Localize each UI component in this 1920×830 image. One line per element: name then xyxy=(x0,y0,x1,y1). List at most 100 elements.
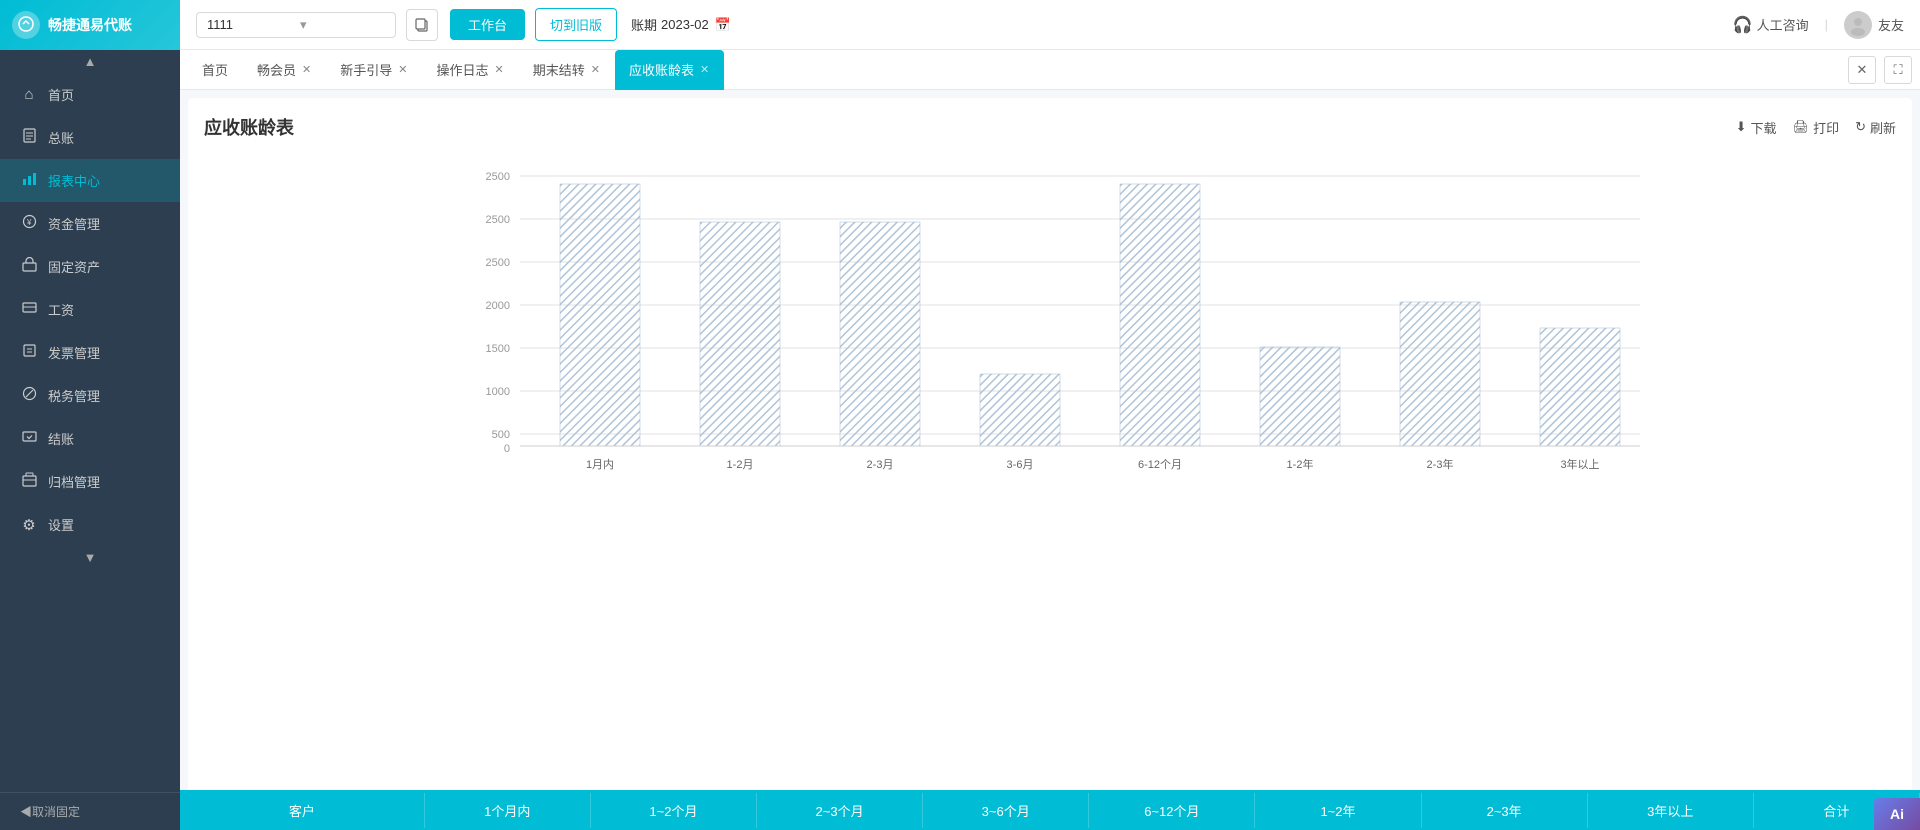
layout: ▲ ⌂ 首页 总账 报表中心 ¥ 资金管理 固定资产 xyxy=(0,50,1920,830)
svg-text:2-3年: 2-3年 xyxy=(1427,457,1454,471)
close-all-button[interactable]: ✕ xyxy=(1848,56,1876,84)
sidebar-label-reports: 报表中心 xyxy=(48,171,100,190)
sidebar-item-archive[interactable]: 归档管理 xyxy=(0,460,180,503)
sidebar-scroll-down[interactable]: ▼ xyxy=(0,546,180,569)
tab-aging-label: 应收账龄表 xyxy=(629,60,694,79)
download-label: 下载 xyxy=(1751,118,1777,137)
checkout-icon xyxy=(20,429,38,448)
sidebar-label-ledger: 总账 xyxy=(48,128,74,147)
svg-text:1-2年: 1-2年 xyxy=(1287,457,1314,471)
tab-guide[interactable]: 新手引导 ✕ xyxy=(326,50,422,90)
avatar xyxy=(1844,11,1872,39)
period-label: 账期 xyxy=(631,15,657,34)
tab-period-end[interactable]: 期末结转 ✕ xyxy=(519,50,615,90)
page-area: 应收账龄表 ⬇ 下载 🖨 打印 ↻ 刷新 xyxy=(188,98,1912,822)
user-name: 友友 xyxy=(1878,15,1904,34)
tab-home-label: 首页 xyxy=(202,60,228,79)
bar-chart: 2500 2500 2500 2000 1500 1000 500 0 xyxy=(264,166,1856,486)
tab-guide-label: 新手引导 xyxy=(340,60,392,79)
expand-button[interactable]: ⛶ xyxy=(1884,56,1912,84)
consult-button[interactable]: 🎧 人工咨询 xyxy=(1733,15,1809,35)
collapse-label: ◀取消固定 xyxy=(20,803,80,820)
download-button[interactable]: ⬇ 下载 xyxy=(1736,118,1777,137)
assets-icon xyxy=(20,257,38,276)
funds-icon: ¥ xyxy=(20,214,38,233)
svg-text:3年以上: 3年以上 xyxy=(1560,457,1599,471)
sidebar-label-assets: 固定资产 xyxy=(48,257,100,276)
sidebar-label-checkout: 结账 xyxy=(48,429,74,448)
sidebar-item-salary[interactable]: 工资 xyxy=(0,288,180,331)
print-label: 打印 xyxy=(1813,118,1839,137)
tabs-actions: ✕ ⛶ xyxy=(1848,56,1912,84)
sidebar-item-funds[interactable]: ¥ 资金管理 xyxy=(0,202,180,245)
svg-text:2500: 2500 xyxy=(486,257,510,269)
print-button[interactable]: 🖨 打印 xyxy=(1793,118,1840,137)
invoice-icon xyxy=(20,343,38,362)
sidebar-item-settings[interactable]: ⚙ 设置 xyxy=(0,503,180,546)
sidebar-item-tax[interactable]: 税务管理 xyxy=(0,374,180,417)
chart-container: 2500 2500 2500 2000 1500 1000 500 0 xyxy=(204,156,1896,536)
tab-member[interactable]: 畅会员 ✕ xyxy=(243,50,326,90)
sidebar-item-assets[interactable]: 固定资产 xyxy=(0,245,180,288)
tab-oplog-label: 操作日志 xyxy=(436,60,488,79)
tab-guide-close-icon[interactable]: ✕ xyxy=(398,63,407,76)
tab-period-end-close-icon[interactable]: ✕ xyxy=(591,63,600,76)
tab-member-close-icon[interactable]: ✕ xyxy=(302,63,311,76)
sidebar: ▲ ⌂ 首页 总账 报表中心 ¥ 资金管理 固定资产 xyxy=(0,50,180,830)
ai-badge[interactable]: Ai xyxy=(1874,798,1920,830)
headset-icon: 🎧 xyxy=(1733,15,1753,35)
tab-home[interactable]: 首页 xyxy=(188,50,243,90)
settings-icon: ⚙ xyxy=(20,516,38,534)
salary-icon xyxy=(20,300,38,319)
sidebar-label-archive: 归档管理 xyxy=(48,472,100,491)
home-icon: ⌂ xyxy=(20,86,38,103)
svg-text:1月内: 1月内 xyxy=(586,457,614,471)
tab-oplog-close-icon[interactable]: ✕ xyxy=(495,63,504,76)
svg-text:1-2月: 1-2月 xyxy=(727,459,754,471)
sidebar-item-home[interactable]: ⌂ 首页 xyxy=(0,73,180,116)
svg-text:3-6月: 3-6月 xyxy=(1007,459,1034,471)
ledger-icon xyxy=(20,128,38,147)
tab-oplog[interactable]: 操作日志 ✕ xyxy=(422,50,518,90)
tab-aging-close-icon[interactable]: ✕ xyxy=(700,63,709,76)
chevron-down-icon: ▾ xyxy=(300,17,385,33)
table-header-bar: 客户 1个月内 1~2个月 2~3个月 3~6个月 6~12个月 1~2年 2~… xyxy=(180,790,1920,830)
calendar-icon[interactable]: 📅 xyxy=(715,17,731,33)
svg-text:2500: 2500 xyxy=(486,171,510,183)
tabs-bar: 首页 畅会员 ✕ 新手引导 ✕ 操作日志 ✕ 期末结转 ✕ 应收账龄表 ✕ xyxy=(180,50,1920,90)
app-title: 畅捷通易代账 xyxy=(48,15,132,35)
refresh-button[interactable]: ↻ 刷新 xyxy=(1855,118,1896,137)
sidebar-item-checkout[interactable]: 结账 xyxy=(0,417,180,460)
th-2-3month: 2~3个月 xyxy=(757,793,923,828)
sidebar-scroll-up[interactable]: ▲ xyxy=(0,50,180,73)
sidebar-label-salary: 工资 xyxy=(48,300,74,319)
copy-button[interactable] xyxy=(406,9,438,41)
th-3-6month: 3~6个月 xyxy=(923,793,1089,828)
sidebar-item-invoice[interactable]: 发票管理 xyxy=(0,331,180,374)
header-right: 🎧 人工咨询 | 友友 xyxy=(1733,11,1904,39)
download-icon: ⬇ xyxy=(1736,119,1747,135)
refresh-icon: ↻ xyxy=(1855,119,1866,135)
print-icon: 🖨 xyxy=(1793,119,1810,135)
company-select[interactable]: 1111 ▾ xyxy=(196,12,396,38)
svg-text:2-3月: 2-3月 xyxy=(867,459,894,471)
reports-icon xyxy=(20,171,38,190)
sidebar-item-ledger[interactable]: 总账 xyxy=(0,116,180,159)
sidebar-label-funds: 资金管理 xyxy=(48,214,100,233)
sidebar-item-reports[interactable]: 报表中心 xyxy=(0,159,180,202)
tab-aging[interactable]: 应收账龄表 ✕ xyxy=(615,50,724,90)
sidebar-label-tax: 税务管理 xyxy=(48,386,100,405)
archive-icon xyxy=(20,472,38,491)
svg-text:500: 500 xyxy=(492,429,510,441)
workbench-button[interactable]: 工作台 xyxy=(450,9,525,40)
sidebar-collapse-button[interactable]: ◀取消固定 xyxy=(0,792,180,830)
header: 畅捷通易代账 1111 ▾ 工作台 切到旧版 账期 2023-02 📅 🎧 人工… xyxy=(0,0,1920,50)
tab-period-end-label: 期末结转 xyxy=(533,60,585,79)
switch-version-button[interactable]: 切到旧版 xyxy=(535,8,617,41)
svg-text:2500: 2500 xyxy=(486,214,510,226)
page-header: 应收账龄表 ⬇ 下载 🖨 打印 ↻ 刷新 xyxy=(204,114,1896,140)
svg-text:1500: 1500 xyxy=(486,343,510,355)
svg-text:¥: ¥ xyxy=(26,218,32,227)
svg-text:2000: 2000 xyxy=(486,300,510,312)
user-info[interactable]: 友友 xyxy=(1844,11,1904,39)
